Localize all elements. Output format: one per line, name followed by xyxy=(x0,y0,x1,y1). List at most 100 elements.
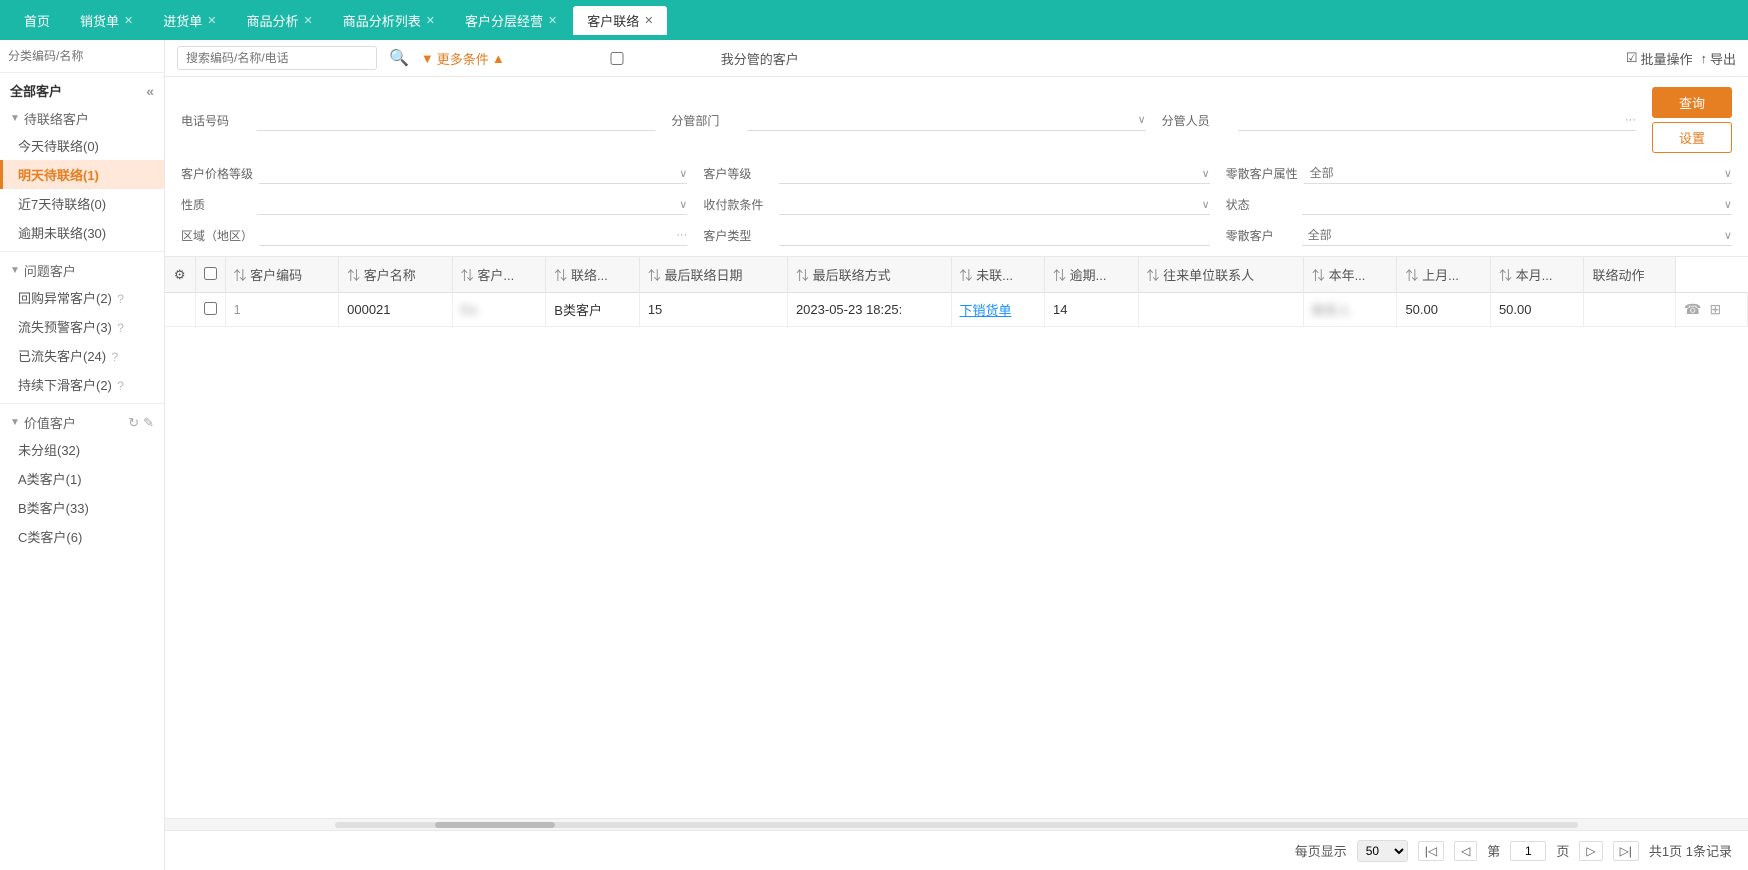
col-type-sort-icon[interactable]: ⇅ xyxy=(461,268,474,283)
sidebar-item-repurchase[interactable]: 回购异常客户(2) ? xyxy=(0,283,164,312)
filter-nature-chevron[interactable]: ∨ xyxy=(679,198,687,211)
page-first-button[interactable]: |◁ xyxy=(1418,841,1444,861)
filter-region-input[interactable] xyxy=(259,225,676,245)
filter-price-level-wrapper: ∨ xyxy=(259,163,687,184)
page-last-button[interactable]: ▷| xyxy=(1613,841,1639,861)
col-nc-sort-icon[interactable]: ⇅ xyxy=(960,268,973,283)
more-conditions-button[interactable]: ▼ 更多条件 ▲ xyxy=(421,49,505,68)
sidebar-item-ungrouped[interactable]: 未分组(32) xyxy=(0,435,164,464)
sidebar-item-lost[interactable]: 已流失客户(24) ? xyxy=(0,341,164,370)
col-uc-sort-icon[interactable]: ⇅ xyxy=(1147,268,1160,283)
filter-person-dots[interactable]: ··· xyxy=(1625,114,1636,126)
sidebar-item-week[interactable]: 近7天待联络(0) xyxy=(0,189,164,218)
row-action-more-icon[interactable]: ⊞ xyxy=(1709,301,1721,318)
nav-home[interactable]: 首页 xyxy=(10,6,64,35)
batch-op-button[interactable]: ☑ 批量操作 xyxy=(1626,49,1693,68)
filter-retail-customer-chevron[interactable]: ∨ xyxy=(1724,229,1732,242)
col-checkbox[interactable] xyxy=(195,257,225,293)
filter-retail-attr-chevron[interactable]: ∨ xyxy=(1724,167,1732,180)
col-this-month: ⇅ 本月... xyxy=(1490,257,1584,293)
page-size-select[interactable]: 50 10 20 100 xyxy=(1357,840,1408,862)
row-unit-contact-value: 联系人 xyxy=(1312,303,1351,318)
nav-customer-contact-close[interactable]: ✕ xyxy=(644,14,653,27)
sidebar-item-a-class[interactable]: A类客户(1) xyxy=(0,464,164,493)
filter-retail-customer-input[interactable] xyxy=(1302,225,1724,245)
filter-region-dots[interactable]: ··· xyxy=(676,229,687,241)
nav-product-analysis-close[interactable]: ✕ xyxy=(304,14,313,27)
filter-dept-input[interactable] xyxy=(747,110,1137,130)
filter-price-level-input[interactable] xyxy=(259,163,679,183)
sidebar-item-overdue[interactable]: 逾期未联络(30) xyxy=(0,218,164,247)
page-next-button[interactable]: ▷ xyxy=(1579,841,1602,861)
col-tm-sort-icon[interactable]: ⇅ xyxy=(1499,268,1512,283)
sidebar-collapse-btn[interactable]: « xyxy=(146,83,154,99)
scrollbar-thumb[interactable] xyxy=(435,822,555,828)
filter-payment-chevron[interactable]: ∨ xyxy=(1202,198,1210,211)
sidebar-item-tomorrow[interactable]: 明天待联络(1) xyxy=(0,160,164,189)
sidebar-item-c-class[interactable]: C类客户(6) xyxy=(0,522,164,551)
sidebar-search-input[interactable] xyxy=(8,49,163,63)
filter-phone-input[interactable] xyxy=(257,110,655,130)
nav-customer-contact[interactable]: 客户联络 ✕ xyxy=(573,6,667,35)
nav-sales-order[interactable]: 销货单 ✕ xyxy=(66,6,147,35)
col-sort-icon[interactable]: ⇅ xyxy=(234,268,247,283)
filter-dept-chevron[interactable]: ∨ xyxy=(1138,113,1146,126)
filter-payment-input[interactable] xyxy=(779,194,1201,214)
nav-customer-tier-close[interactable]: ✕ xyxy=(548,14,557,27)
sidebar-item-today[interactable]: 今天待联络(0) xyxy=(0,131,164,160)
row-overdue-cell xyxy=(1138,293,1303,327)
filter-nature-input[interactable] xyxy=(257,194,679,214)
filter-retail-attr-input[interactable] xyxy=(1304,163,1724,183)
filter-customer-level-input[interactable] xyxy=(779,163,1201,183)
filter-customer-type-input[interactable] xyxy=(779,225,1209,245)
my-customers-checkbox-label[interactable]: 我分管的客户 xyxy=(517,49,799,68)
col-name-sort-icon[interactable]: ⇅ xyxy=(347,268,360,283)
row-checkbox-cell[interactable] xyxy=(195,293,225,327)
row-actions: ☎ ⊞ xyxy=(1684,301,1739,318)
pending-arrow: ▼ xyxy=(10,113,20,124)
filter-price-level-chevron[interactable]: ∨ xyxy=(679,167,687,180)
horizontal-scrollbar[interactable] xyxy=(165,818,1748,830)
sidebar-item-loss-warning[interactable]: 流失预警客户(3) ? xyxy=(0,312,164,341)
filter-status-chevron[interactable]: ∨ xyxy=(1724,198,1732,211)
value-group-refresh-icon[interactable]: ↻ xyxy=(128,415,139,431)
col-date-sort-icon[interactable]: ⇅ xyxy=(648,268,661,283)
col-ty-sort-icon[interactable]: ⇅ xyxy=(1312,268,1325,283)
col-od-sort-icon[interactable]: ⇅ xyxy=(1053,268,1066,283)
my-customers-checkbox[interactable] xyxy=(517,52,717,65)
col-settings[interactable]: ⚙ xyxy=(165,257,195,293)
nav-product-analysis-list-close[interactable]: ✕ xyxy=(426,14,435,27)
export-button[interactable]: ↑ 导出 xyxy=(1700,49,1736,68)
sidebar-item-b-class[interactable]: B类客户(33) xyxy=(0,493,164,522)
page-input[interactable] xyxy=(1510,841,1546,861)
query-button[interactable]: 查询 xyxy=(1652,87,1732,118)
row-action-cell: ☎ ⊞ xyxy=(1676,293,1748,327)
select-all-checkbox[interactable] xyxy=(204,267,217,280)
nav-sales-order-close[interactable]: ✕ xyxy=(124,14,133,27)
nav-purchase-order-close[interactable]: ✕ xyxy=(207,14,216,27)
row-method-link[interactable]: 下销货单 xyxy=(960,303,1012,318)
value-group-edit-icon[interactable]: ✎ xyxy=(143,415,154,431)
row-nc-cell: 14 xyxy=(1045,293,1139,327)
nav-product-analysis-list[interactable]: 商品分析列表 ✕ xyxy=(329,6,449,35)
col-lm-sort-icon[interactable]: ⇅ xyxy=(1405,268,1418,283)
filter-customer-level: 客户等级 ∨ xyxy=(703,163,1209,184)
filter-status-wrapper: ∨ xyxy=(1302,194,1732,215)
search-input[interactable] xyxy=(177,46,377,70)
filter-search-button[interactable]: 🔍 xyxy=(389,48,409,68)
filter-person-input[interactable] xyxy=(1238,110,1625,130)
row-action-phone-icon[interactable]: ☎ xyxy=(1684,301,1701,318)
nav-customer-tier[interactable]: 客户分层经营 ✕ xyxy=(451,6,571,35)
table-row: 1 000021 Ea B类客户 15 2023-05-23 18:25: 下销… xyxy=(165,293,1748,327)
scrollbar-track[interactable] xyxy=(335,822,1578,828)
col-method-sort-icon[interactable]: ⇅ xyxy=(796,268,809,283)
set-button[interactable]: 设置 xyxy=(1652,122,1732,153)
filter-customer-level-chevron[interactable]: ∨ xyxy=(1202,167,1210,180)
nav-purchase-order[interactable]: 进货单 ✕ xyxy=(149,6,230,35)
filter-status-input[interactable] xyxy=(1302,194,1724,214)
col-contact-sort-icon[interactable]: ⇅ xyxy=(554,268,567,283)
sidebar-item-declining[interactable]: 持续下滑客户(2) ? xyxy=(0,370,164,399)
page-prev-button[interactable]: ◁ xyxy=(1454,841,1477,861)
nav-product-analysis[interactable]: 商品分析 ✕ xyxy=(232,6,326,35)
row-checkbox[interactable] xyxy=(204,302,217,315)
